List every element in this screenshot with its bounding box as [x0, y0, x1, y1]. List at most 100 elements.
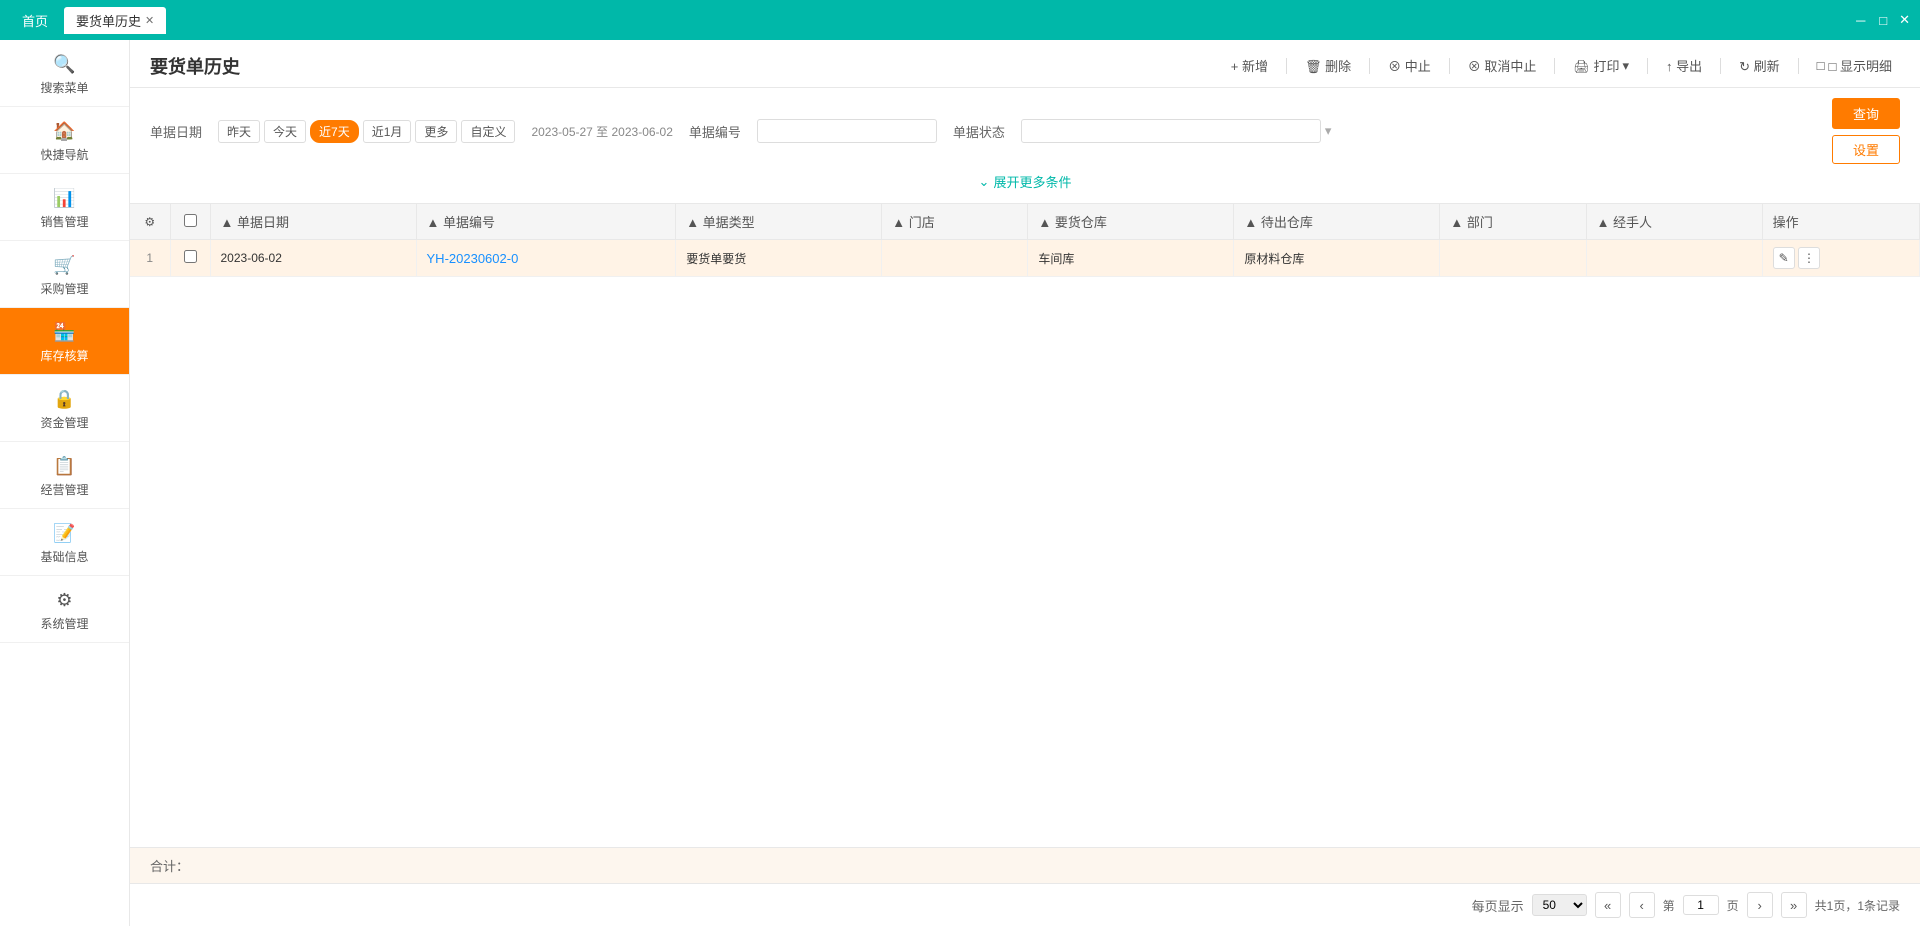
sidebar-item-search-menu-label: 搜索菜单 — [40, 79, 88, 96]
col-doc-number[interactable]: ▲ 单据编号 — [416, 204, 676, 240]
col-checkbox[interactable] — [170, 204, 210, 240]
stop-button[interactable]: ⊗ 中止 — [1380, 52, 1439, 79]
divider-1 — [1286, 58, 1287, 74]
export-button[interactable]: ↑ 导出 — [1658, 52, 1710, 79]
display-detail-toggle[interactable]: □ □ 显示明细 — [1809, 52, 1900, 79]
sidebar-item-sales-mgmt[interactable]: 📊 销售管理 — [0, 174, 129, 241]
date-btn-custom[interactable]: 自定义 — [461, 120, 515, 143]
page-number-input[interactable] — [1683, 895, 1719, 915]
delete-button[interactable]: 🗑 删除 — [1297, 52, 1359, 79]
tab-requisition-history[interactable]: 要货单历史 ✕ — [64, 7, 166, 34]
page-size-label: 每页显示 — [1472, 896, 1524, 915]
sidebar-item-operations-mgmt-label: 经营管理 — [40, 481, 88, 498]
col-pending-warehouse[interactable]: ▲ 待出仓库 — [1234, 204, 1440, 240]
sidebar-item-finance-mgmt[interactable]: 🔒 资金管理 — [0, 375, 129, 442]
col-settings[interactable]: ⚙ — [130, 204, 170, 240]
cell-pending-warehouse: 原材料仓库 — [1234, 240, 1440, 277]
doc-number-link[interactable]: YH-20230602-0 — [427, 251, 519, 266]
cell-doc-number: YH-20230602-0 — [416, 240, 676, 277]
sidebar-item-quick-nav-label: 快捷导航 — [40, 146, 88, 163]
filter-settings-button[interactable]: 设置 — [1832, 135, 1900, 164]
date-range-display: 2023-05-27 至 2023-06-02 — [531, 123, 672, 140]
divider-2 — [1369, 58, 1370, 74]
date-filter-label: 单据日期 — [150, 122, 202, 141]
doc-number-input[interactable] — [757, 119, 937, 143]
divider-7 — [1798, 58, 1799, 74]
top-bar: 首页 要货单历史 ✕ － □ ✕ — [0, 0, 1920, 40]
cell-handler — [1586, 240, 1762, 277]
tab-home[interactable]: 首页 — [10, 7, 60, 34]
select-all-checkbox[interactable] — [184, 214, 197, 227]
basic-info-icon: 📝 — [53, 523, 75, 544]
date-btn-7days[interactable]: 近7天 — [310, 120, 359, 143]
new-button[interactable]: + 新增 — [1223, 52, 1276, 79]
operations-mgmt-icon: 📋 — [53, 456, 75, 477]
system-mgmt-icon: ⚙ — [56, 590, 72, 611]
window-controls: － □ ✕ — [1854, 11, 1910, 30]
table-row: 1 2023-06-02 YH-20230602-0 要货单要货 车间库 原材料… — [130, 240, 1920, 277]
maximize-icon[interactable]: □ — [1879, 13, 1887, 28]
tab-bar: 首页 要货单历史 ✕ — [10, 7, 1854, 34]
sidebar-item-basic-info[interactable]: 📝 基础信息 — [0, 509, 129, 576]
sidebar-item-search-menu[interactable]: 🔍 搜索菜单 — [0, 40, 129, 107]
last-page-button[interactable]: » — [1781, 892, 1807, 918]
col-doc-date[interactable]: ▲ 单据日期 — [210, 204, 416, 240]
col-store[interactable]: ▲ 门店 — [882, 204, 1028, 240]
col-operation-label: 操作 — [1773, 215, 1799, 230]
filter-row-2: ⌄ 展开更多条件 — [150, 170, 1900, 193]
requisition-table: ⚙ ▲ 单据日期 ▲ 单据编号 ▲ 单据类型 ▲ 门店 ▲ 要货仓库 ▲ 待出仓… — [130, 204, 1920, 277]
sidebar-item-system-mgmt-label: 系统管理 — [40, 615, 88, 632]
refresh-button[interactable]: ↻ 刷新 — [1731, 52, 1788, 79]
sidebar-item-purchase-mgmt[interactable]: 🛒 采购管理 — [0, 241, 129, 308]
sidebar-item-operations-mgmt[interactable]: 📋 经营管理 — [0, 442, 129, 509]
sidebar: 🔍 搜索菜单 🏠 快捷导航 📊 销售管理 🛒 采购管理 🏪 库存核算 🔒 资金管… — [0, 40, 130, 926]
tab-close-icon[interactable]: ✕ — [145, 14, 154, 27]
doc-status-dropdown-icon[interactable]: ▾ — [1325, 123, 1332, 139]
row-more-button[interactable]: ⋮ — [1798, 247, 1820, 269]
col-store-label: ▲ 门店 — [892, 215, 934, 230]
expand-filter-button[interactable]: ⌄ 展开更多条件 — [979, 170, 1072, 193]
cell-num: 1 — [130, 240, 170, 277]
sidebar-item-system-mgmt[interactable]: ⚙ 系统管理 — [0, 576, 129, 643]
doc-status-label: 单据状态 — [953, 122, 1005, 141]
cell-store — [882, 240, 1028, 277]
close-icon[interactable]: ✕ — [1899, 12, 1910, 28]
col-handler[interactable]: ▲ 经手人 — [1586, 204, 1762, 240]
page-header: 要货单历史 + 新增 🗑 删除 ⊗ 中止 ⊗ 取消中止 🖨 打印 ▾ ↑ 导出 … — [130, 40, 1920, 88]
col-req-warehouse[interactable]: ▲ 要货仓库 — [1028, 204, 1234, 240]
print-button[interactable]: 🖨 打印 ▾ — [1565, 52, 1637, 79]
minimize-icon[interactable]: － — [1854, 11, 1867, 30]
date-btn-1month[interactable]: 近1月 — [363, 120, 412, 143]
doc-status-input[interactable] — [1021, 119, 1321, 143]
toolbar: + 新增 🗑 删除 ⊗ 中止 ⊗ 取消中止 🖨 打印 ▾ ↑ 导出 ↻ 刷新 — [1223, 52, 1900, 79]
next-page-button[interactable]: › — [1747, 892, 1773, 918]
row-edit-button[interactable]: ✎ — [1773, 247, 1795, 269]
query-button[interactable]: 查询 — [1832, 98, 1900, 129]
col-doc-type[interactable]: ▲ 单据类型 — [676, 204, 882, 240]
page-unit: 页 — [1727, 897, 1739, 914]
cell-doc-date: 2023-06-02 — [210, 240, 416, 277]
page-size-select[interactable]: 20 50 100 200 — [1532, 894, 1587, 916]
date-btn-yesterday[interactable]: 昨天 — [218, 120, 260, 143]
divider-6 — [1720, 58, 1721, 74]
sidebar-item-inventory[interactable]: 🏪 库存核算 — [0, 308, 129, 375]
cell-checkbox[interactable] — [170, 240, 210, 277]
sidebar-item-quick-nav[interactable]: 🏠 快捷导航 — [0, 107, 129, 174]
cell-doc-type: 要货单要货 — [676, 240, 882, 277]
pagination: 每页显示 20 50 100 200 « ‹ 第 页 › » 共1页，1条记录 — [130, 883, 1920, 926]
cell-req-warehouse: 车间库 — [1028, 240, 1234, 277]
col-doc-type-label: ▲ 单据类型 — [686, 215, 754, 230]
first-page-button[interactable]: « — [1595, 892, 1621, 918]
display-detail-label: □ 显示明细 — [1829, 56, 1892, 75]
row-checkbox[interactable] — [184, 250, 197, 263]
date-btn-today[interactable]: 今天 — [264, 120, 306, 143]
prev-page-button[interactable]: ‹ — [1629, 892, 1655, 918]
filter-row-1: 单据日期 昨天 今天 近7天 近1月 更多 自定义 2023-05-27 至 2… — [150, 98, 1900, 164]
cancel-stop-button[interactable]: ⊗ 取消中止 — [1460, 52, 1545, 79]
display-checkbox-icon: □ — [1817, 58, 1825, 73]
date-quick-buttons: 昨天 今天 近7天 近1月 更多 自定义 — [218, 120, 515, 143]
page-title: 要货单历史 — [150, 53, 240, 79]
col-department[interactable]: ▲ 部门 — [1440, 204, 1586, 240]
table-header-row: ⚙ ▲ 单据日期 ▲ 单据编号 ▲ 单据类型 ▲ 门店 ▲ 要货仓库 ▲ 待出仓… — [130, 204, 1920, 240]
date-btn-more[interactable]: 更多 — [415, 120, 457, 143]
